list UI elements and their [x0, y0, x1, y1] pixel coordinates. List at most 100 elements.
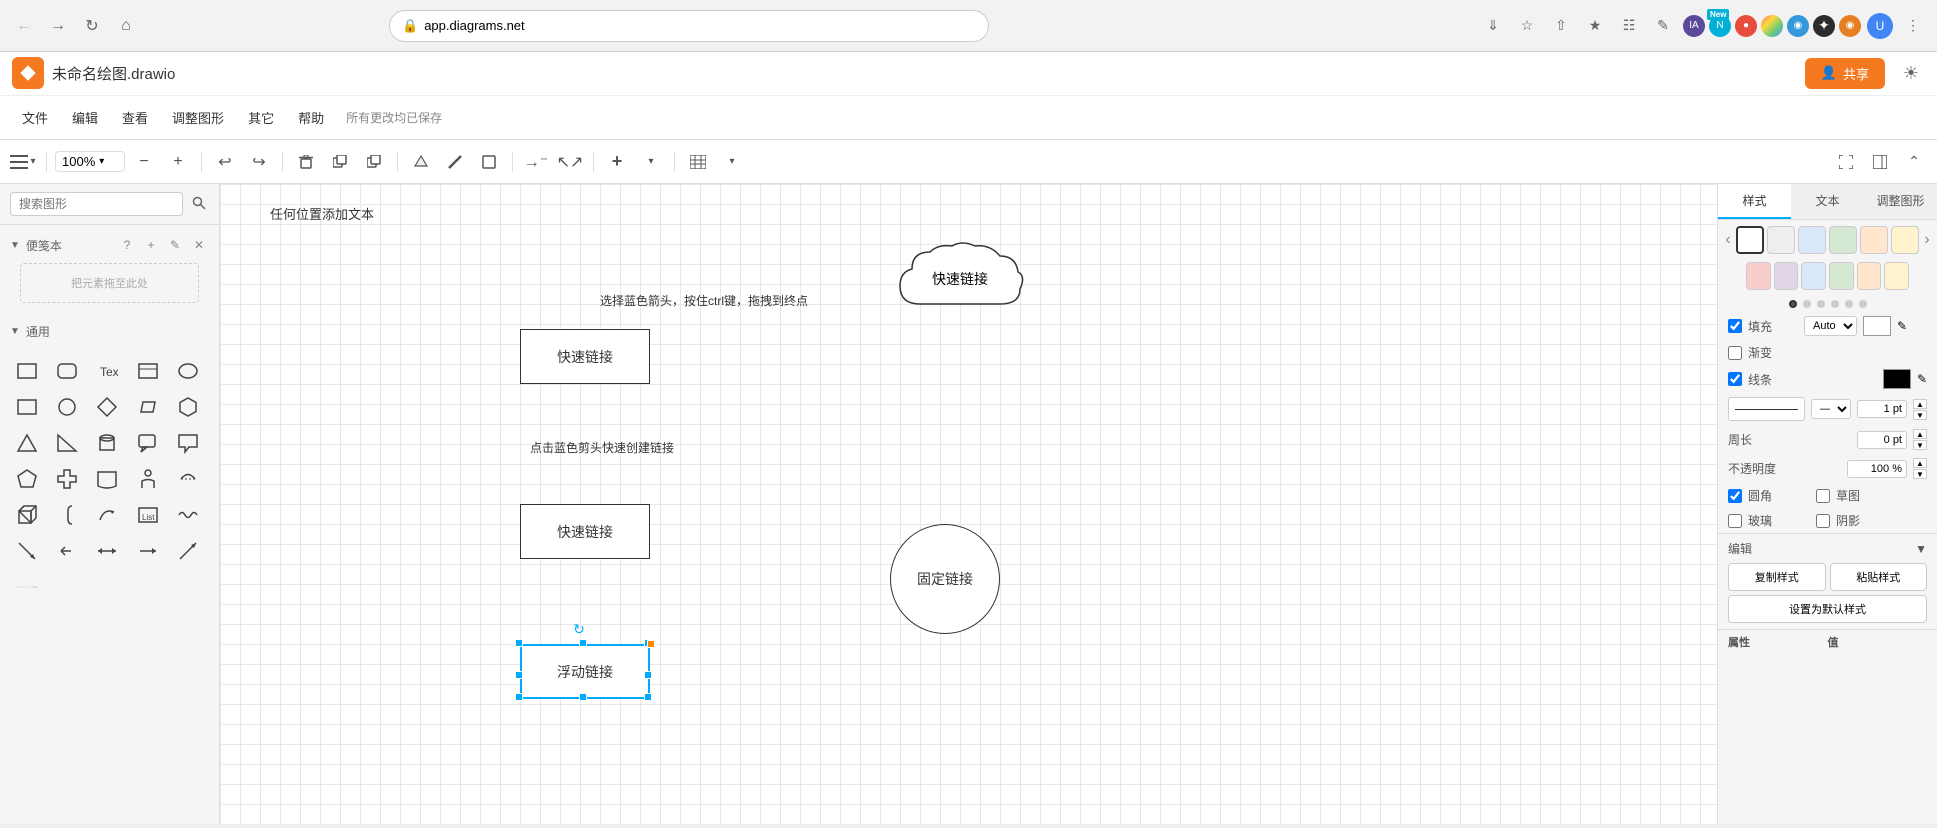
- waypoint-btn[interactable]: ↖↗: [555, 147, 585, 177]
- stroke-color-btn[interactable]: [440, 147, 470, 177]
- shape-arrow-right[interactable]: [131, 534, 165, 568]
- fullscreen-btn[interactable]: [1831, 147, 1861, 177]
- user-icon[interactable]: U: [1867, 13, 1893, 39]
- sketch-checkbox[interactable]: [1816, 489, 1830, 503]
- menu-view[interactable]: 查看: [112, 104, 158, 131]
- shape-comment[interactable]: [171, 426, 205, 460]
- fill-select[interactable]: Auto: [1804, 316, 1857, 336]
- swatch-green2[interactable]: [1829, 262, 1854, 290]
- download-icon[interactable]: ⇓: [1479, 12, 1507, 40]
- shape-rect2[interactable]: [10, 390, 44, 424]
- expand-panel-btn[interactable]: [1865, 147, 1895, 177]
- menu-edit[interactable]: 编辑: [62, 104, 108, 131]
- insert-btn[interactable]: +: [602, 147, 632, 177]
- swatch-yellow2[interactable]: [1884, 262, 1909, 290]
- swatch-pink[interactable]: [1746, 262, 1771, 290]
- shape-arc[interactable]: [171, 462, 205, 496]
- stroke-checkbox[interactable]: [1728, 372, 1742, 386]
- canvas-area[interactable]: 任何位置添加文本 选择蓝色箭头，按住ctrl键，拖拽到终点 点击蓝色剪头快速创建…: [220, 184, 1717, 824]
- undo-btn[interactable]: ↩: [210, 147, 240, 177]
- line-select[interactable]: —: [1811, 399, 1851, 419]
- zoom-control[interactable]: 100% ▾: [55, 151, 125, 172]
- more-icon[interactable]: ⋮: [1899, 12, 1927, 40]
- shape-double-arrow[interactable]: [90, 534, 124, 568]
- shape-circle[interactable]: [50, 390, 84, 424]
- node-quick-link-2[interactable]: 快速链接: [520, 504, 650, 559]
- search-button[interactable]: [189, 192, 209, 216]
- opacity-input[interactable]: 100 %: [1847, 460, 1907, 478]
- shape-diamond[interactable]: [90, 390, 124, 424]
- address-bar[interactable]: 🔒 app.diagrams.net: [389, 10, 989, 42]
- glass-checkbox[interactable]: [1728, 514, 1742, 528]
- handle-tl[interactable]: [515, 639, 523, 647]
- shape-ellipse[interactable]: [171, 354, 205, 388]
- menu-help[interactable]: 帮助: [288, 104, 334, 131]
- shape-callout[interactable]: [131, 426, 165, 460]
- next-style-btn[interactable]: ›: [1923, 230, 1931, 250]
- menu-other[interactable]: 其它: [238, 104, 284, 131]
- dot-3[interactable]: [1817, 300, 1825, 308]
- swatch-orange2[interactable]: [1857, 262, 1882, 290]
- menu-arrange[interactable]: 调整图形: [162, 104, 234, 131]
- stroke-down-btn[interactable]: ▼: [1913, 410, 1927, 420]
- dot-5[interactable]: [1845, 300, 1853, 308]
- node-quick-link-1[interactable]: 快速链接: [520, 329, 650, 384]
- ext-red-icon[interactable]: ●: [1735, 15, 1757, 37]
- shadow-checkbox[interactable]: [1816, 514, 1830, 528]
- perimeter-input[interactable]: [1857, 431, 1907, 449]
- fill-color-swatch[interactable]: [1863, 316, 1891, 336]
- settings-sun-icon[interactable]: ☀: [1897, 59, 1925, 87]
- paste-style-btn[interactable]: 粘贴样式: [1830, 563, 1928, 591]
- fill-checkbox[interactable]: [1728, 319, 1742, 333]
- grid-icon[interactable]: ☷: [1615, 12, 1643, 40]
- shape-cross[interactable]: [50, 462, 84, 496]
- zoom-out-btn[interactable]: −: [129, 147, 159, 177]
- edit-header[interactable]: 编辑 ▼: [1728, 540, 1927, 557]
- shape-rtriangle[interactable]: [50, 426, 84, 460]
- shape-cube[interactable]: [10, 498, 44, 532]
- canvas-content[interactable]: 任何位置添加文本 选择蓝色箭头，按住ctrl键，拖拽到终点 点击蓝色剪头快速创建…: [220, 184, 1717, 824]
- menu-file[interactable]: 文件: [12, 104, 58, 131]
- ext-color-icon[interactable]: [1761, 15, 1783, 37]
- shape-rect[interactable]: [10, 354, 44, 388]
- swatch-blue[interactable]: [1798, 226, 1826, 254]
- search-input[interactable]: [10, 192, 183, 216]
- shape-pentagon[interactable]: [10, 462, 44, 496]
- scratchpad-help-btn[interactable]: ?: [117, 235, 137, 255]
- table-btn[interactable]: [683, 147, 713, 177]
- duplicate-btn[interactable]: [325, 147, 355, 177]
- shape-cylinder[interactable]: [90, 426, 124, 460]
- gradient-checkbox[interactable]: [1728, 346, 1742, 360]
- swatch-blue2[interactable]: [1801, 262, 1826, 290]
- shape-text[interactable]: Text: [90, 354, 124, 388]
- rotate-handle[interactable]: ↻: [572, 622, 586, 636]
- shape-parallelogram[interactable]: [131, 390, 165, 424]
- handle-ml[interactable]: [515, 671, 523, 679]
- connection-style-btn[interactable]: →⁻: [521, 147, 551, 177]
- stroke-size-stepper[interactable]: ▲ ▼: [1913, 399, 1927, 420]
- reload-button[interactable]: ↻: [78, 12, 106, 40]
- shape-brace[interactable]: [50, 498, 84, 532]
- dot-2[interactable]: [1803, 300, 1811, 308]
- handle-bl[interactable]: [515, 693, 523, 701]
- tab-style[interactable]: 样式: [1718, 184, 1791, 219]
- fill-color-btn[interactable]: [406, 147, 436, 177]
- handle-bm[interactable]: [579, 693, 587, 701]
- share-icon[interactable]: ⇧: [1547, 12, 1575, 40]
- shape-diag-arrow[interactable]: [10, 534, 44, 568]
- swatch-yellow[interactable]: [1891, 226, 1919, 254]
- stroke-up-btn[interactable]: ▲: [1913, 399, 1927, 409]
- node-cloud[interactable]: 快速链接: [890, 234, 1030, 324]
- redo-btn[interactable]: ↪: [244, 147, 274, 177]
- swatch-purple[interactable]: [1774, 262, 1799, 290]
- ext-blue-icon[interactable]: ◉: [1787, 15, 1809, 37]
- home-button[interactable]: ⌂: [112, 12, 140, 40]
- shape-list-item[interactable]: List: [131, 498, 165, 532]
- perimeter-up-btn[interactable]: ▲: [1913, 429, 1927, 439]
- opacity-down-btn[interactable]: ▼: [1913, 469, 1927, 479]
- insert-dropdown-btn[interactable]: ▾: [636, 147, 666, 177]
- dot-1[interactable]: [1789, 300, 1797, 308]
- stroke-color-swatch[interactable]: [1883, 369, 1911, 389]
- shape-back-arrow[interactable]: [50, 534, 84, 568]
- line-preview[interactable]: [1728, 397, 1805, 421]
